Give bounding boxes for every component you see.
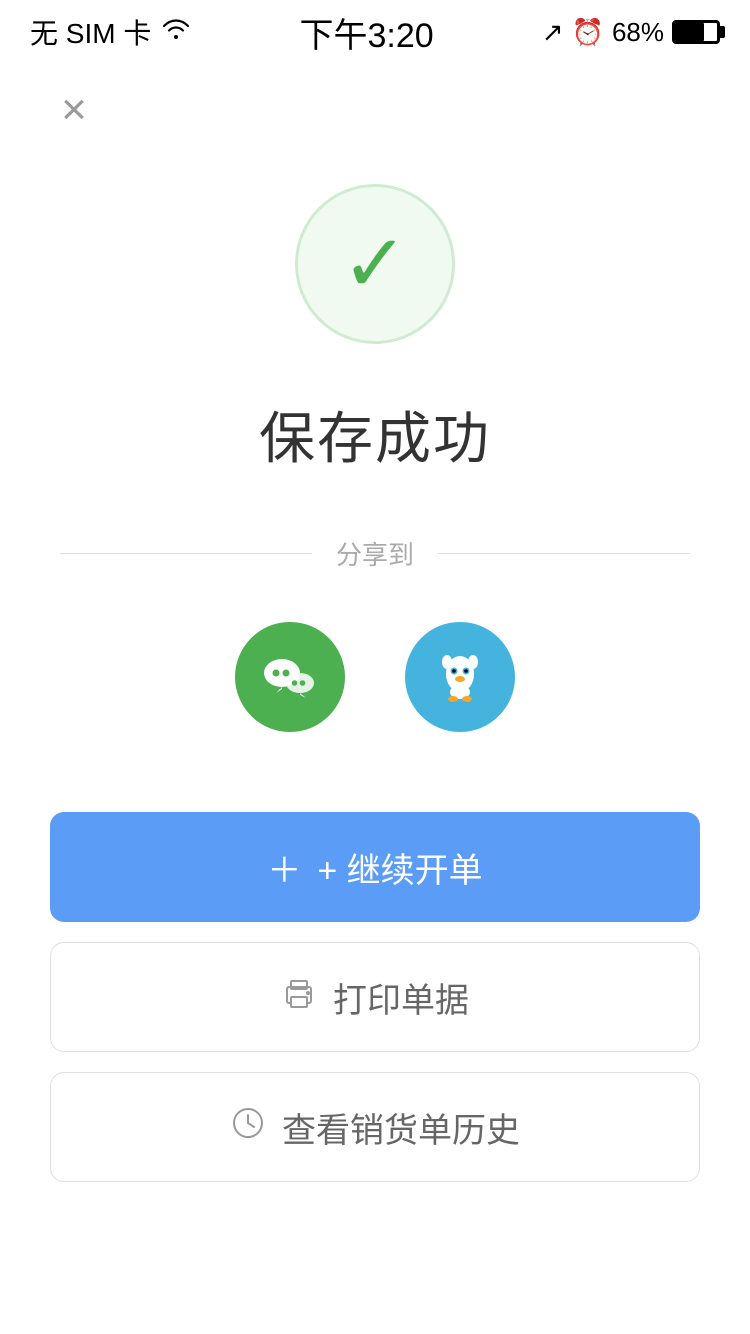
print-button[interactable]: 打印单据: [50, 942, 700, 1052]
close-icon: ×: [61, 88, 87, 132]
battery-icon: [672, 20, 720, 44]
success-circle: ✓: [295, 184, 455, 344]
continue-label: + 继续开单: [317, 843, 482, 892]
share-icons: [235, 622, 515, 732]
wechat-share-button[interactable]: [235, 622, 345, 732]
share-divider: 分享到: [0, 535, 750, 572]
sim-status: 无 SIM 卡: [30, 12, 151, 52]
battery-percent: 68%: [612, 17, 664, 48]
wechat-icon: [256, 643, 324, 711]
clock-icon: [230, 1105, 266, 1150]
checkmark-icon: ✓: [341, 224, 408, 304]
printer-icon: [281, 975, 317, 1020]
close-button[interactable]: ×: [44, 80, 104, 140]
success-title: 保存成功: [259, 394, 491, 475]
location-icon: ↗: [542, 17, 564, 48]
main-content: ✓ 保存成功 分享到: [0, 64, 750, 1182]
qq-share-button[interactable]: [405, 622, 515, 732]
time-display: 下午3:20: [299, 8, 433, 57]
share-label: 分享到: [312, 535, 438, 572]
plus-icon: ＋: [267, 843, 301, 892]
status-left: 无 SIM 卡: [30, 12, 191, 52]
divider-left: [60, 553, 312, 554]
history-label: 查看销货单历史: [282, 1103, 520, 1152]
history-button[interactable]: 查看销货单历史: [50, 1072, 700, 1182]
alarm-icon: ⏰: [572, 17, 604, 48]
print-label: 打印单据: [333, 973, 469, 1022]
continue-button[interactable]: ＋ + 继续开单: [50, 812, 700, 922]
wifi-icon: [161, 16, 191, 48]
actions: ＋ + 继续开单 打印单据 查看销货单历史: [0, 812, 750, 1182]
qq-icon: [429, 646, 491, 708]
status-bar: 无 SIM 卡 下午3:20 ↗ ⏰ 68%: [0, 0, 750, 64]
divider-right: [438, 553, 690, 554]
status-right: ↗ ⏰ 68%: [542, 17, 720, 48]
